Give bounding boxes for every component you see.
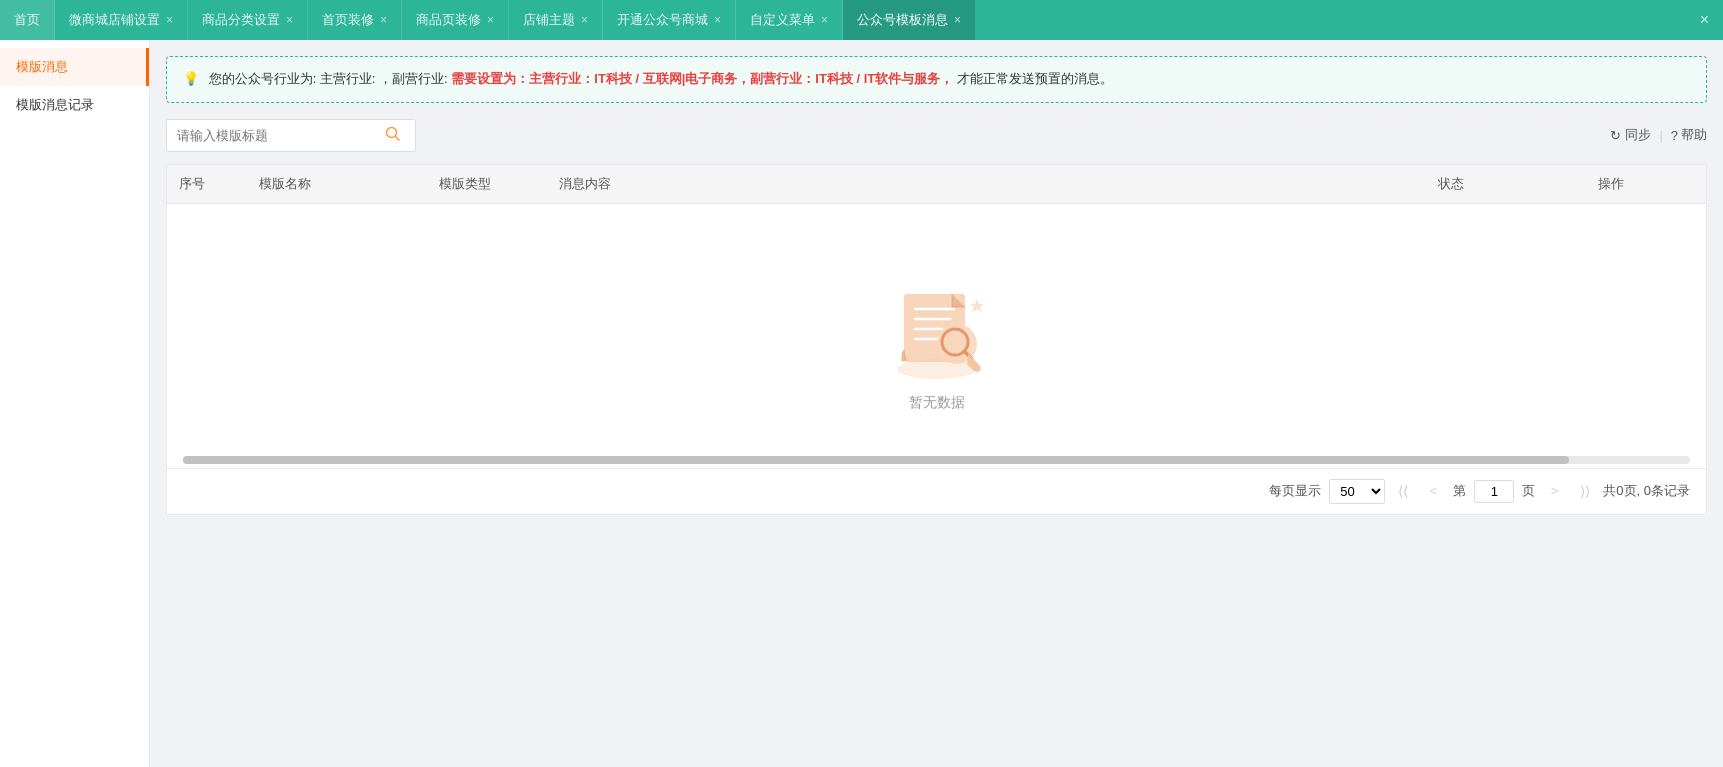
nav-tab-category[interactable]: 商品分类设置 × <box>188 0 308 40</box>
main-layout: 模版消息 模版消息记录 💡 您的公众号行业为: 主营行业: ，副营行业: 需要设… <box>0 40 1723 767</box>
nav-tab-shop-theme[interactable]: 店铺主题 × <box>509 0 603 40</box>
sync-icon: ↻ <box>1610 128 1621 143</box>
content-area: 💡 您的公众号行业为: 主营行业: ，副营行业: 需要设置为：主营行业：IT科技… <box>150 40 1723 767</box>
table-wrapper: 序号 模版名称 模版类型 消息内容 状态 操作 <box>166 164 1707 515</box>
last-page-button[interactable]: ⟩⟩ <box>1575 481 1595 501</box>
close-shop-theme[interactable]: × <box>581 14 588 26</box>
col-status: 状态 <box>1426 165 1586 203</box>
help-icon: ? <box>1671 128 1678 143</box>
search-input[interactable] <box>167 122 377 149</box>
search-bar: ↻ 同步 | ? 帮助 <box>166 119 1707 152</box>
nav-tab-home-decor[interactable]: 首页装修 × <box>308 0 402 40</box>
nav-tab-open-mall[interactable]: 开通公众号商城 × <box>603 0 736 40</box>
col-action: 操作 <box>1586 165 1706 203</box>
prev-page-button[interactable]: ＜ <box>1421 480 1445 502</box>
col-name: 模版名称 <box>247 165 427 203</box>
empty-state: 暂无数据 <box>167 204 1706 452</box>
divider: | <box>1659 128 1662 143</box>
horizontal-scrollbar[interactable] <box>167 452 1706 468</box>
page-input[interactable] <box>1474 480 1514 503</box>
search-input-wrapper <box>166 119 416 152</box>
next-page-button[interactable]: ＞ <box>1543 480 1567 502</box>
page-post-label: 页 <box>1522 482 1535 500</box>
first-page-button[interactable]: ⟨⟨ <box>1393 481 1413 501</box>
close-home-decor[interactable]: × <box>380 14 387 26</box>
total-text: 共0页, 0条记录 <box>1603 482 1690 500</box>
sidebar-item-template-msg-log[interactable]: 模版消息记录 <box>0 86 149 124</box>
notice-box: 💡 您的公众号行业为: 主营行业: ，副营行业: 需要设置为：主营行业：IT科技… <box>166 56 1707 103</box>
nav-tab-product-decor[interactable]: 商品页装修 × <box>402 0 509 40</box>
col-content: 消息内容 <box>547 165 1426 203</box>
close-open-mall[interactable]: × <box>714 14 721 26</box>
sidebar-item-template-msg[interactable]: 模版消息 <box>0 48 149 86</box>
close-template-msg[interactable]: × <box>954 14 961 26</box>
close-micro-shop[interactable]: × <box>166 14 173 26</box>
close-category[interactable]: × <box>286 14 293 26</box>
search-icon <box>385 126 401 142</box>
help-button[interactable]: ? 帮助 <box>1671 126 1707 144</box>
nav-tab-custom-menu[interactable]: 自定义菜单 × <box>736 0 843 40</box>
table-header: 序号 模版名称 模版类型 消息内容 状态 操作 <box>167 165 1706 204</box>
search-button[interactable] <box>377 120 409 151</box>
bulb-icon: 💡 <box>183 71 199 86</box>
pagination: 每页显示 50 20 100 ⟨⟨ ＜ 第 页 ＞ ⟩⟩ <box>167 468 1706 514</box>
page-size-select[interactable]: 50 20 100 <box>1329 479 1385 504</box>
empty-text: 暂无数据 <box>909 394 965 412</box>
page-size-label: 每页显示 <box>1269 482 1321 500</box>
page-pre-label: 第 <box>1453 482 1466 500</box>
nav-tab-micro-shop[interactable]: 微商城店铺设置 × <box>55 0 188 40</box>
close-all-button[interactable]: × <box>1686 0 1723 40</box>
col-index: 序号 <box>167 165 247 203</box>
sidebar: 模版消息 模版消息记录 <box>0 40 150 767</box>
svg-line-1 <box>396 136 400 140</box>
close-product-decor[interactable]: × <box>487 14 494 26</box>
nav-tab-home[interactable]: 首页 <box>0 0 55 40</box>
col-type: 模版类型 <box>427 165 547 203</box>
scroll-thumb[interactable] <box>183 456 1569 464</box>
empty-illustration <box>872 264 1002 394</box>
sync-button[interactable]: ↻ 同步 <box>1610 126 1651 144</box>
top-nav: 首页 微商城店铺设置 × 商品分类设置 × 首页装修 × 商品页装修 × 店铺主… <box>0 0 1723 40</box>
search-actions: ↻ 同步 | ? 帮助 <box>1610 126 1707 144</box>
nav-tab-template-msg[interactable]: 公众号模板消息 × <box>843 0 976 40</box>
scroll-track <box>183 456 1690 464</box>
close-custom-menu[interactable]: × <box>821 14 828 26</box>
